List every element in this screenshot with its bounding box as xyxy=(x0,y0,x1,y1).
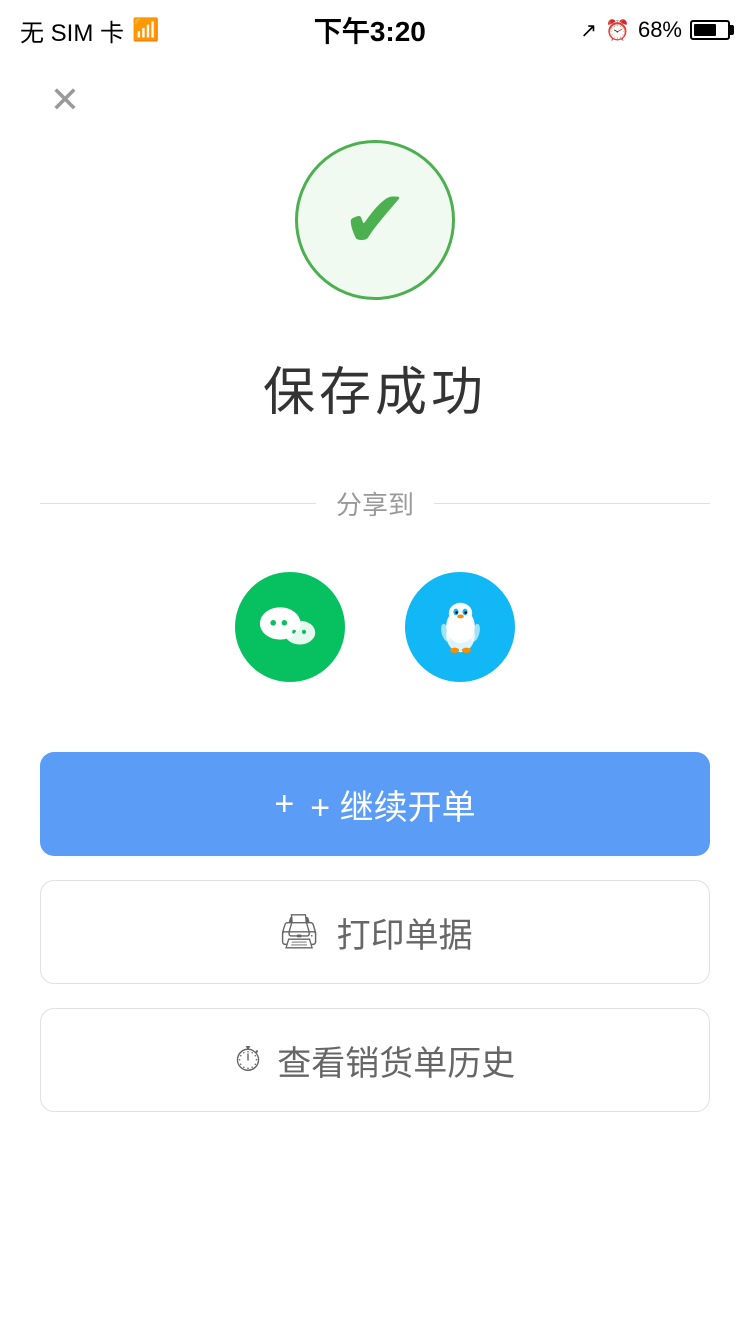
alarm-icon: ⏰ xyxy=(605,18,630,43)
no-sim-label: 无 SIM 卡 xyxy=(20,13,124,48)
wechat-share-button[interactable] xyxy=(235,572,345,682)
print-label: 打印单据 xyxy=(337,908,473,957)
battery-indicator xyxy=(690,20,730,40)
share-label: 分享到 xyxy=(336,485,414,522)
divider-line-right xyxy=(434,503,710,504)
continue-order-label: + 继续开单 xyxy=(310,780,475,829)
status-left: 无 SIM 卡 📶 xyxy=(20,13,159,48)
share-divider: 分享到 xyxy=(40,485,710,522)
print-icon: 🖨 xyxy=(277,915,320,949)
share-section: 分享到 xyxy=(0,485,750,682)
success-title: 保存成功 xyxy=(263,350,487,425)
battery-bar xyxy=(690,20,730,40)
battery-label: 68% xyxy=(638,17,682,43)
status-time: 下午3:20 xyxy=(314,10,426,50)
history-icon: ⏱ xyxy=(235,1043,262,1077)
continue-order-button[interactable]: + + 继续开单 xyxy=(40,752,710,856)
wechat-icon xyxy=(255,592,325,662)
actions-section: + + 继续开单 🖨 打印单据 ⏱ 查看销货单历史 xyxy=(0,752,750,1112)
success-section: ✔ 保存成功 xyxy=(0,140,750,425)
history-button[interactable]: ⏱ 查看销货单历史 xyxy=(40,1008,710,1112)
battery-fill xyxy=(694,24,716,36)
success-circle: ✔ xyxy=(295,140,455,300)
history-label: 查看销货单历史 xyxy=(277,1036,515,1085)
plus-icon: + xyxy=(274,787,294,821)
divider-line-left xyxy=(40,503,316,504)
checkmark-icon: ✔ xyxy=(341,180,408,260)
qq-share-button[interactable] xyxy=(405,572,515,682)
status-bar: 无 SIM 卡 📶 下午3:20 ↗ ⏰ 68% xyxy=(0,0,750,60)
close-button[interactable]: ✕ xyxy=(40,75,90,125)
close-icon: ✕ xyxy=(50,82,80,118)
navigation-icon: ↗ xyxy=(580,18,597,43)
print-button[interactable]: 🖨 打印单据 xyxy=(40,880,710,984)
status-right: ↗ ⏰ 68% xyxy=(580,17,730,43)
share-icons xyxy=(40,572,710,682)
qq-icon xyxy=(428,595,493,660)
wifi-icon: 📶 xyxy=(132,17,159,43)
